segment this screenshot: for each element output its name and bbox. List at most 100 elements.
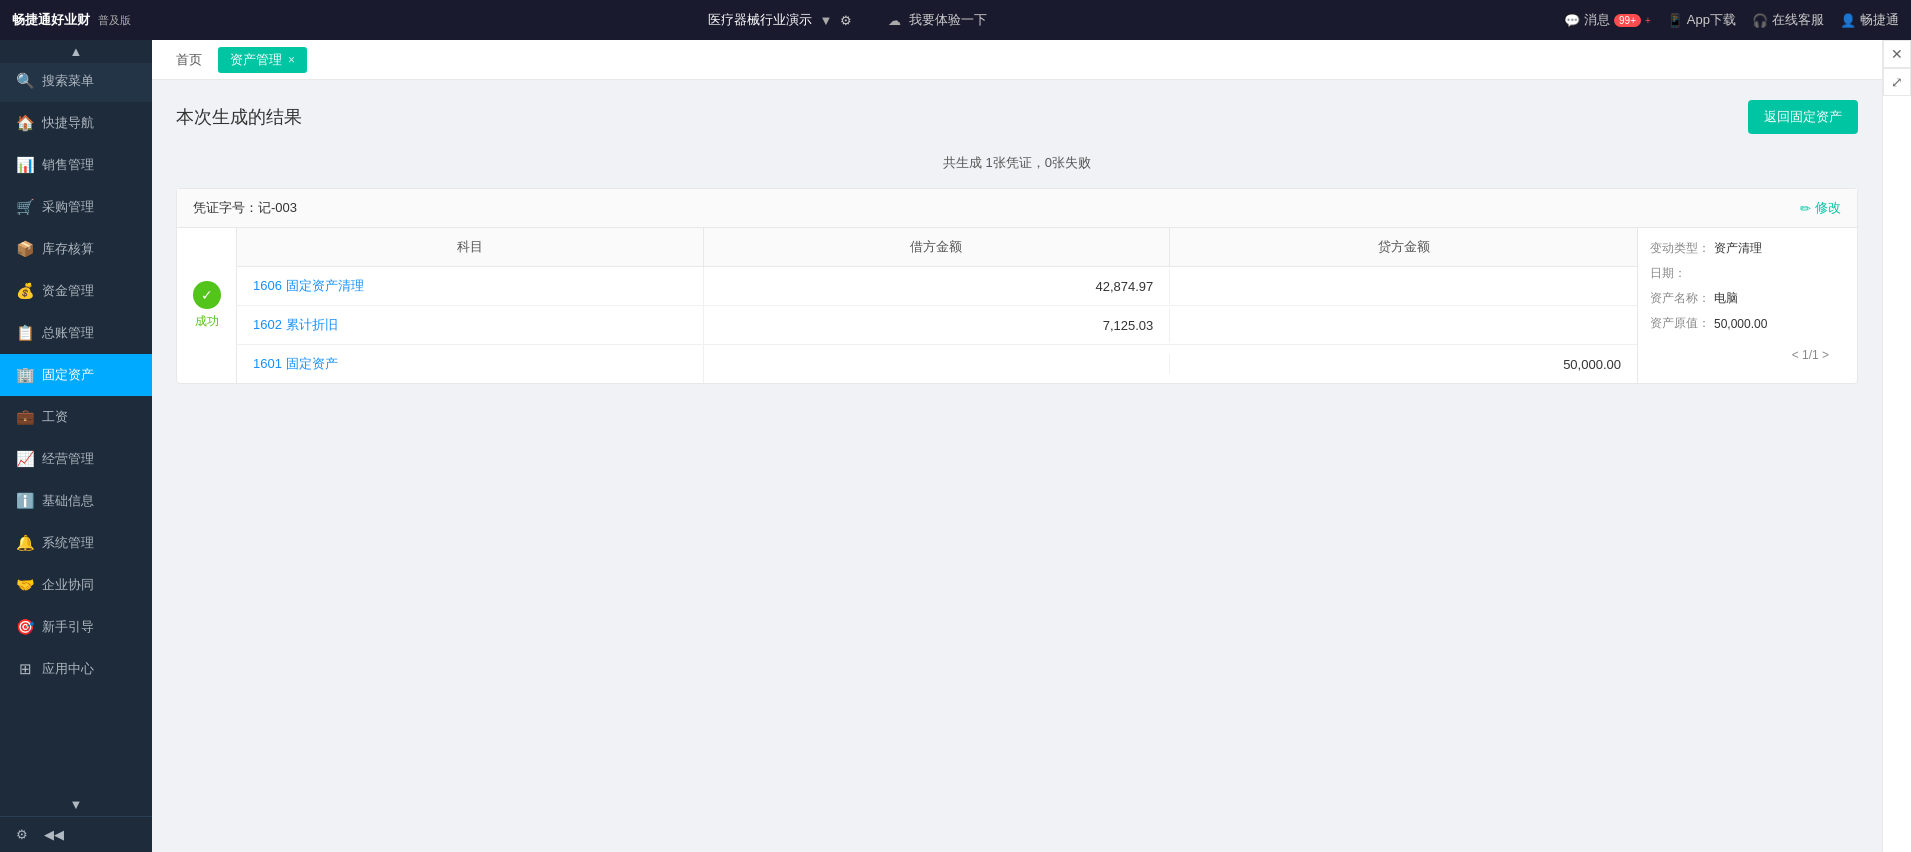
return-btn[interactable]: 返回固定资产 bbox=[1748, 100, 1858, 134]
sidebar-label-management: 经营管理 bbox=[42, 450, 94, 468]
page-header: 本次生成的结果 返回固定资产 bbox=[176, 100, 1858, 134]
message-badge: 99+ bbox=[1614, 14, 1641, 27]
cooperation-icon: 🤝 bbox=[16, 576, 34, 594]
asset-value-row: 资产原值： 50,000.00 bbox=[1650, 315, 1845, 332]
table-row: 1606 固定资产清理 42,874.97 bbox=[237, 267, 1637, 306]
basic-info-icon: ℹ️ bbox=[16, 492, 34, 510]
settings-icon[interactable]: ⚙ bbox=[840, 13, 852, 28]
row3-debit bbox=[704, 354, 1171, 374]
sidebar-item-ledger[interactable]: 📋 总账管理 bbox=[0, 312, 152, 354]
col-subject: 科目 bbox=[237, 228, 704, 266]
pagination[interactable]: < 1/1 > bbox=[1650, 340, 1845, 370]
dropdown-icon[interactable]: ▼ bbox=[820, 13, 833, 28]
guide-icon: 🎯 bbox=[16, 618, 34, 636]
voucher-no: 凭证字号：记-003 bbox=[193, 199, 297, 217]
sidebar-item-system[interactable]: 🔔 系统管理 bbox=[0, 522, 152, 564]
sidebar-item-fixed-assets[interactable]: 🏢 固定资产 bbox=[0, 354, 152, 396]
table-row: 1602 累计折旧 7,125.03 bbox=[237, 306, 1637, 345]
online-service-btn[interactable]: 🎧 在线客服 bbox=[1752, 11, 1824, 29]
table-main: 科目 借方金额 贷方金额 1606 固定资产清理 42,874.97 1602 … bbox=[237, 228, 1637, 383]
date-row: 日期： bbox=[1650, 265, 1845, 282]
sidebar-scroll-down[interactable]: ▼ bbox=[0, 793, 152, 816]
user-area[interactable]: 👤 畅捷通 bbox=[1840, 11, 1899, 29]
right-panel: 变动类型： 资产清理 日期： 资产名称： 电脑 资产原值： bbox=[1637, 228, 1857, 383]
expand-panel-btn[interactable]: ⤢ bbox=[1883, 68, 1911, 96]
sales-icon: 📊 bbox=[16, 156, 34, 174]
change-type-label: 变动类型： bbox=[1650, 240, 1710, 257]
sidebar-item-purchase[interactable]: 🛒 采购管理 bbox=[0, 186, 152, 228]
experience-btn[interactable]: 我要体验一下 bbox=[909, 11, 987, 29]
status-column: ✓ 成功 bbox=[177, 228, 237, 383]
tab-bar: 首页 资产管理 × bbox=[152, 40, 1882, 80]
side-panel-buttons: ✕ ⤢ bbox=[1882, 40, 1911, 852]
row1-credit bbox=[1170, 276, 1637, 296]
table-header: 科目 借方金额 贷方金额 bbox=[237, 228, 1637, 267]
sidebar-scroll-up[interactable]: ▲ bbox=[0, 40, 152, 63]
management-icon: 📈 bbox=[16, 450, 34, 468]
asset-value-label: 资产原值： bbox=[1650, 315, 1710, 332]
sidebar-item-cooperation[interactable]: 🤝 企业协同 bbox=[0, 564, 152, 606]
edit-btn[interactable]: ✏ 修改 bbox=[1800, 199, 1841, 217]
home-icon: 🏠 bbox=[16, 114, 34, 132]
sidebar-item-management[interactable]: 📈 经营管理 bbox=[0, 438, 152, 480]
sidebar-label-guide: 新手引导 bbox=[42, 618, 94, 636]
row2-subject: 1602 累计折旧 bbox=[237, 306, 704, 344]
edition-badge: 普及版 bbox=[98, 13, 131, 28]
sidebar-label-app-center: 应用中心 bbox=[42, 660, 94, 678]
row2-debit: 7,125.03 bbox=[704, 308, 1171, 343]
sidebar-item-search[interactable]: 🔍 搜索菜单 bbox=[0, 60, 152, 102]
message-btn[interactable]: 💬 消息 99+ + bbox=[1564, 11, 1651, 29]
row2-credit bbox=[1170, 315, 1637, 335]
content-area: 首页 资产管理 × 本次生成的结果 返回固定资产 共生成 1张凭证，0张失败 凭… bbox=[152, 40, 1882, 852]
message-label: 消息 bbox=[1584, 11, 1610, 29]
sidebar-item-basic-info[interactable]: ℹ️ 基础信息 bbox=[0, 480, 152, 522]
sidebar: ▲ 🔍 搜索菜单 🏠 快捷导航 📊 销售管理 🛒 采购管理 📦 库存核算 💰 资… bbox=[0, 40, 152, 852]
row1-subject: 1606 固定资产清理 bbox=[237, 267, 704, 305]
system-icon: 🔔 bbox=[16, 534, 34, 552]
sidebar-label-basic-info: 基础信息 bbox=[42, 492, 94, 510]
asset-name-label: 资产名称： bbox=[1650, 290, 1710, 307]
sidebar-item-app-center[interactable]: ⊞ 应用中心 bbox=[0, 648, 152, 690]
sidebar-label-inventory: 库存核算 bbox=[42, 240, 94, 258]
voucher-table: ✓ 成功 科目 借方金额 贷方金额 1606 固定资产清理 42,874.97 bbox=[177, 228, 1857, 383]
voucher-header: 凭证字号：记-003 ✏ 修改 bbox=[177, 189, 1857, 228]
sidebar-label-quick-nav: 快捷导航 bbox=[42, 114, 94, 132]
sidebar-item-quick-nav[interactable]: 🏠 快捷导航 bbox=[0, 102, 152, 144]
asset-value-value: 50,000.00 bbox=[1714, 317, 1767, 331]
collapse-icon[interactable]: ◀◀ bbox=[44, 827, 64, 842]
close-panel-btn[interactable]: ✕ bbox=[1883, 40, 1911, 68]
sidebar-label-purchase: 采购管理 bbox=[42, 198, 94, 216]
sidebar-item-guide[interactable]: 🎯 新手引导 bbox=[0, 606, 152, 648]
ledger-icon: 📋 bbox=[16, 324, 34, 342]
tab-asset-management[interactable]: 资产管理 × bbox=[218, 47, 307, 73]
col-credit: 贷方金额 bbox=[1170, 228, 1637, 266]
sidebar-item-sales[interactable]: 📊 销售管理 bbox=[0, 144, 152, 186]
sidebar-label-salary: 工资 bbox=[42, 408, 68, 426]
row1-debit: 42,874.97 bbox=[704, 269, 1171, 304]
sidebar-label-ledger: 总账管理 bbox=[42, 324, 94, 342]
phone-icon: 📱 bbox=[1667, 13, 1683, 28]
username: 畅捷通 bbox=[1860, 11, 1899, 29]
main-layout: ▲ 🔍 搜索菜单 🏠 快捷导航 📊 销售管理 🛒 采购管理 📦 库存核算 💰 资… bbox=[0, 40, 1911, 852]
asset-name-row: 资产名称： 电脑 bbox=[1650, 290, 1845, 307]
avatar-icon: 👤 bbox=[1840, 13, 1856, 28]
badge-plus: + bbox=[1645, 15, 1651, 26]
page-content: 本次生成的结果 返回固定资产 共生成 1张凭证，0张失败 凭证字号：记-003 … bbox=[152, 80, 1882, 852]
success-circle: ✓ bbox=[193, 281, 221, 309]
summary-line: 共生成 1张凭证，0张失败 bbox=[176, 154, 1858, 172]
online-service-label: 在线客服 bbox=[1772, 11, 1824, 29]
headset-icon: 🎧 bbox=[1752, 13, 1768, 28]
sidebar-item-capital[interactable]: 💰 资金管理 bbox=[0, 270, 152, 312]
row3-subject: 1601 固定资产 bbox=[237, 345, 704, 383]
app-download-btn[interactable]: 📱 App下载 bbox=[1667, 11, 1736, 29]
purchase-icon: 🛒 bbox=[16, 198, 34, 216]
sidebar-item-salary[interactable]: 💼 工资 bbox=[0, 396, 152, 438]
tab-active-label: 资产管理 bbox=[230, 51, 282, 69]
settings-bottom-icon[interactable]: ⚙ bbox=[16, 827, 28, 842]
sidebar-label-fixed-assets: 固定资产 bbox=[42, 366, 94, 384]
message-icon: 💬 bbox=[1564, 13, 1580, 28]
tab-home[interactable]: 首页 bbox=[168, 47, 210, 73]
tab-close-btn[interactable]: × bbox=[288, 53, 295, 67]
sidebar-item-inventory[interactable]: 📦 库存核算 bbox=[0, 228, 152, 270]
sidebar-label-cooperation: 企业协同 bbox=[42, 576, 94, 594]
